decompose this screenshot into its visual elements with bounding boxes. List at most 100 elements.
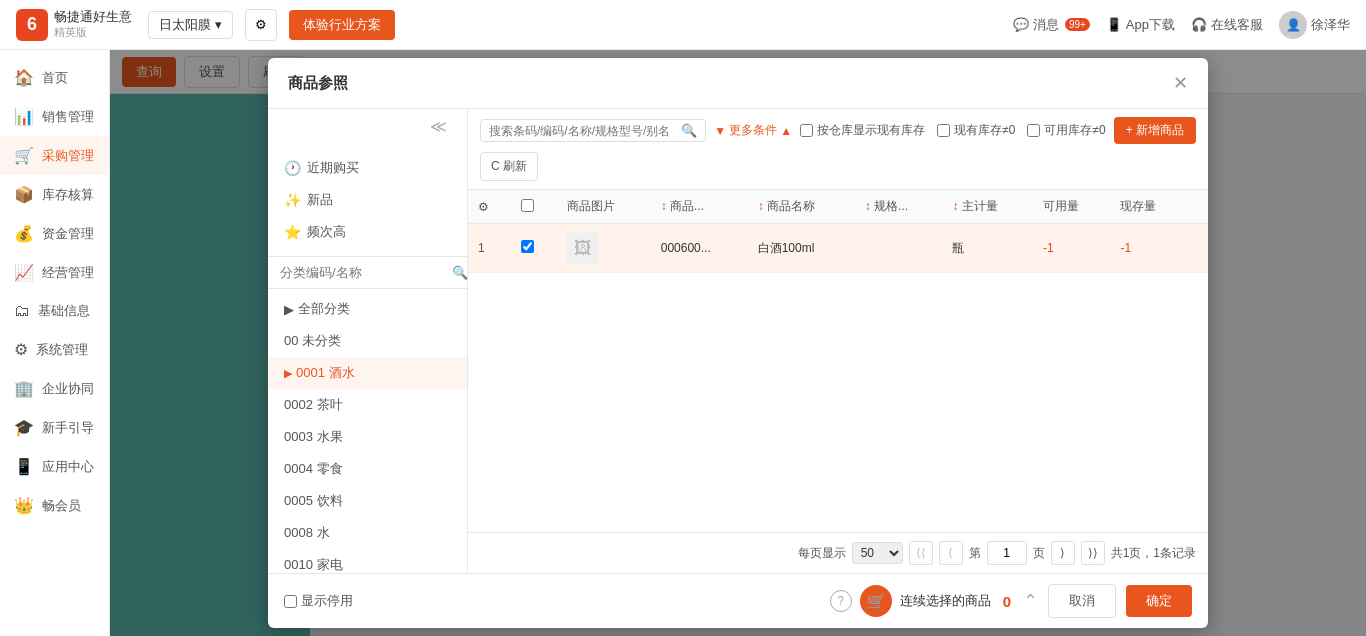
category-0008-label: 0008 水 [284, 524, 330, 542]
quick-new[interactable]: ✨ 新品 [268, 184, 467, 216]
sidebar-item-apps[interactable]: 📱 应用中心 [0, 447, 109, 486]
search-submit-icon[interactable]: 🔍 [681, 123, 697, 138]
checkbox-avail-stock-label: 可用库存≠0 [1044, 122, 1105, 139]
trial-btn[interactable]: 体验行业方案 [289, 10, 395, 40]
row-select-checkbox[interactable] [521, 240, 534, 253]
logo-sub: 精英版 [54, 25, 132, 40]
col-code[interactable]: ↕ 商品... [651, 190, 748, 224]
product-search-input[interactable] [489, 124, 677, 138]
checkbox-avail-stock[interactable]: 可用库存≠0 [1027, 122, 1105, 139]
row-checkbox[interactable] [511, 224, 557, 273]
page-size-select[interactable]: 50 10 20 100 [852, 542, 903, 564]
checkbox-exist-stock-label: 现有库存≠0 [954, 122, 1015, 139]
service-nav-item[interactable]: 🎧 在线客服 [1191, 16, 1263, 34]
message-nav-item[interactable]: 💬 消息 99+ [1013, 16, 1090, 34]
refresh-btn[interactable]: C 刷新 [480, 152, 538, 181]
add-product-btn[interactable]: + 新增商品 [1114, 117, 1196, 144]
right-panel: 🔍 ▼ 更多条件 ▲ 按仓库显示现有库存 [468, 109, 1208, 573]
sidebar-item-member[interactable]: 👑 畅会员 [0, 486, 109, 525]
message-badge: 99+ [1065, 18, 1090, 31]
checkbox-by-warehouse[interactable]: 按仓库显示现有库存 [800, 122, 925, 139]
first-page-btn[interactable]: ⟨⟨ [909, 541, 933, 565]
category-0004-label: 0004 零食 [284, 460, 343, 478]
product-thumbnail: 🖼 [567, 232, 599, 264]
sidebar-item-basic[interactable]: 🗂 基础信息 [0, 292, 109, 330]
col-spec[interactable]: ↕ 规格... [855, 190, 943, 224]
sidebar-label-sales: 销售管理 [42, 108, 94, 126]
filter-btn[interactable]: ▼ 更多条件 ▲ [714, 122, 792, 139]
cancel-btn[interactable]: 取消 [1048, 584, 1116, 618]
category-0003[interactable]: 0003 水果 [268, 421, 467, 453]
prev-page-btn[interactable]: ⟨ [939, 541, 963, 565]
sidebar-label-inventory: 库存核算 [42, 186, 94, 204]
category-0010-label: 0010 家电 [284, 556, 343, 573]
row-stock: -1 [1110, 224, 1188, 273]
last-page-btn[interactable]: ⟩⟩ [1081, 541, 1105, 565]
show-disabled-text: 显示停用 [301, 592, 353, 610]
sidebar-label-home: 首页 [42, 69, 68, 87]
sidebar-label-basic: 基础信息 [38, 302, 90, 320]
gear-button[interactable]: ⚙ [245, 9, 277, 41]
app-nav-item[interactable]: 📱 App下载 [1106, 16, 1175, 34]
left-panel: ≪ 🕐 近期购买 ✨ 新品 ⭐ [268, 109, 468, 573]
sidebar-item-newbie[interactable]: 🎓 新手引导 [0, 408, 109, 447]
sidebar-label-purchase: 采购管理 [42, 147, 94, 165]
checkbox-exist-stock-input[interactable] [937, 124, 950, 137]
new-icon: ✨ [284, 192, 301, 208]
category-00[interactable]: 00 未分类 [268, 325, 467, 357]
sidebar-item-operation[interactable]: 📈 经营管理 [0, 253, 109, 292]
quick-frequent-label: 频次高 [307, 223, 346, 241]
category-0005[interactable]: 0005 饮料 [268, 485, 467, 517]
collapse-panel-btn[interactable]: ≪ [422, 113, 455, 140]
modal-close-button[interactable]: ✕ [1173, 72, 1188, 94]
select-all-checkbox[interactable] [521, 199, 534, 212]
page-number-input[interactable] [987, 541, 1027, 565]
col-unit[interactable]: ↕ 主计量 [942, 190, 1032, 224]
sidebar-item-purchase[interactable]: 🛒 采购管理 [0, 136, 109, 175]
clock-icon: 🕐 [284, 160, 301, 176]
checkbox-exist-stock[interactable]: 现有库存≠0 [937, 122, 1015, 139]
footer-cart: ? 🛒 连续选择的商品 0 ⌃ [830, 585, 1038, 617]
checkbox-avail-stock-input[interactable] [1027, 124, 1040, 137]
checkbox-by-warehouse-input[interactable] [800, 124, 813, 137]
arrow-icon-0001: ▶ [284, 367, 292, 380]
sidebar-item-inventory[interactable]: 📦 库存核算 [0, 175, 109, 214]
next-page-btn[interactable]: ⟩ [1051, 541, 1075, 565]
help-icon[interactable]: ? [830, 590, 852, 612]
category-0002[interactable]: 0002 茶叶 [268, 389, 467, 421]
col-name[interactable]: ↕ 商品名称 [748, 190, 855, 224]
sidebar-item-finance[interactable]: 💰 资金管理 [0, 214, 109, 253]
sidebar-item-enterprise[interactable]: 🏢 企业协同 [0, 369, 109, 408]
category-search-input[interactable] [280, 265, 448, 280]
quick-recent[interactable]: 🕐 近期购买 [268, 152, 467, 184]
cart-icon-btn[interactable]: 🛒 [860, 585, 892, 617]
col-settings[interactable]: ⚙ [468, 190, 511, 224]
category-0008[interactable]: 0008 水 [268, 517, 467, 549]
nav-selector[interactable]: 日太阳膜 ▾ [148, 11, 233, 39]
col-scrollbar [1188, 190, 1208, 224]
category-0001[interactable]: ▶ 0001 酒水 [268, 357, 467, 389]
collapse-cart-btn[interactable]: ⌃ [1023, 590, 1038, 612]
show-disabled-checkbox[interactable] [284, 595, 297, 608]
sidebar-item-home[interactable]: 🏠 首页 [0, 58, 109, 97]
user-nav-item[interactable]: 👤 徐泽华 [1279, 11, 1350, 39]
logo-text: 畅捷通好生意 [54, 9, 132, 25]
sidebar-label-system: 系统管理 [36, 341, 88, 359]
sort-icon-unit: ↕ [952, 199, 958, 213]
checkbox-group: 按仓库显示现有库存 现有库存≠0 可用库存≠0 [800, 122, 1106, 139]
modal-header: 商品参照 ✕ [268, 58, 1208, 109]
confirm-btn[interactable]: 确定 [1126, 585, 1192, 617]
show-disabled-label[interactable]: 显示停用 [284, 592, 353, 610]
main-layout: 🏠 首页 📊 销售管理 🛒 采购管理 📦 库存核算 💰 资金管理 📈 经营管理 … [0, 50, 1366, 636]
category-0004[interactable]: 0004 零食 [268, 453, 467, 485]
sidebar-item-system[interactable]: ⚙ 系统管理 [0, 330, 109, 369]
apps-icon: 📱 [14, 457, 34, 476]
table-row[interactable]: 1 🖼 000600... 白酒100ml 瓶 [468, 224, 1208, 273]
quick-frequent[interactable]: ⭐ 频次高 [268, 216, 467, 248]
category-00-label: 00 未分类 [284, 332, 341, 350]
search-icon[interactable]: 🔍 [452, 265, 468, 280]
category-0010[interactable]: 0010 家电 [268, 549, 467, 573]
category-all[interactable]: ▶ 全部分类 [268, 293, 467, 325]
sidebar-item-sales[interactable]: 📊 销售管理 [0, 97, 109, 136]
sidebar-label-member: 畅会员 [42, 497, 81, 515]
